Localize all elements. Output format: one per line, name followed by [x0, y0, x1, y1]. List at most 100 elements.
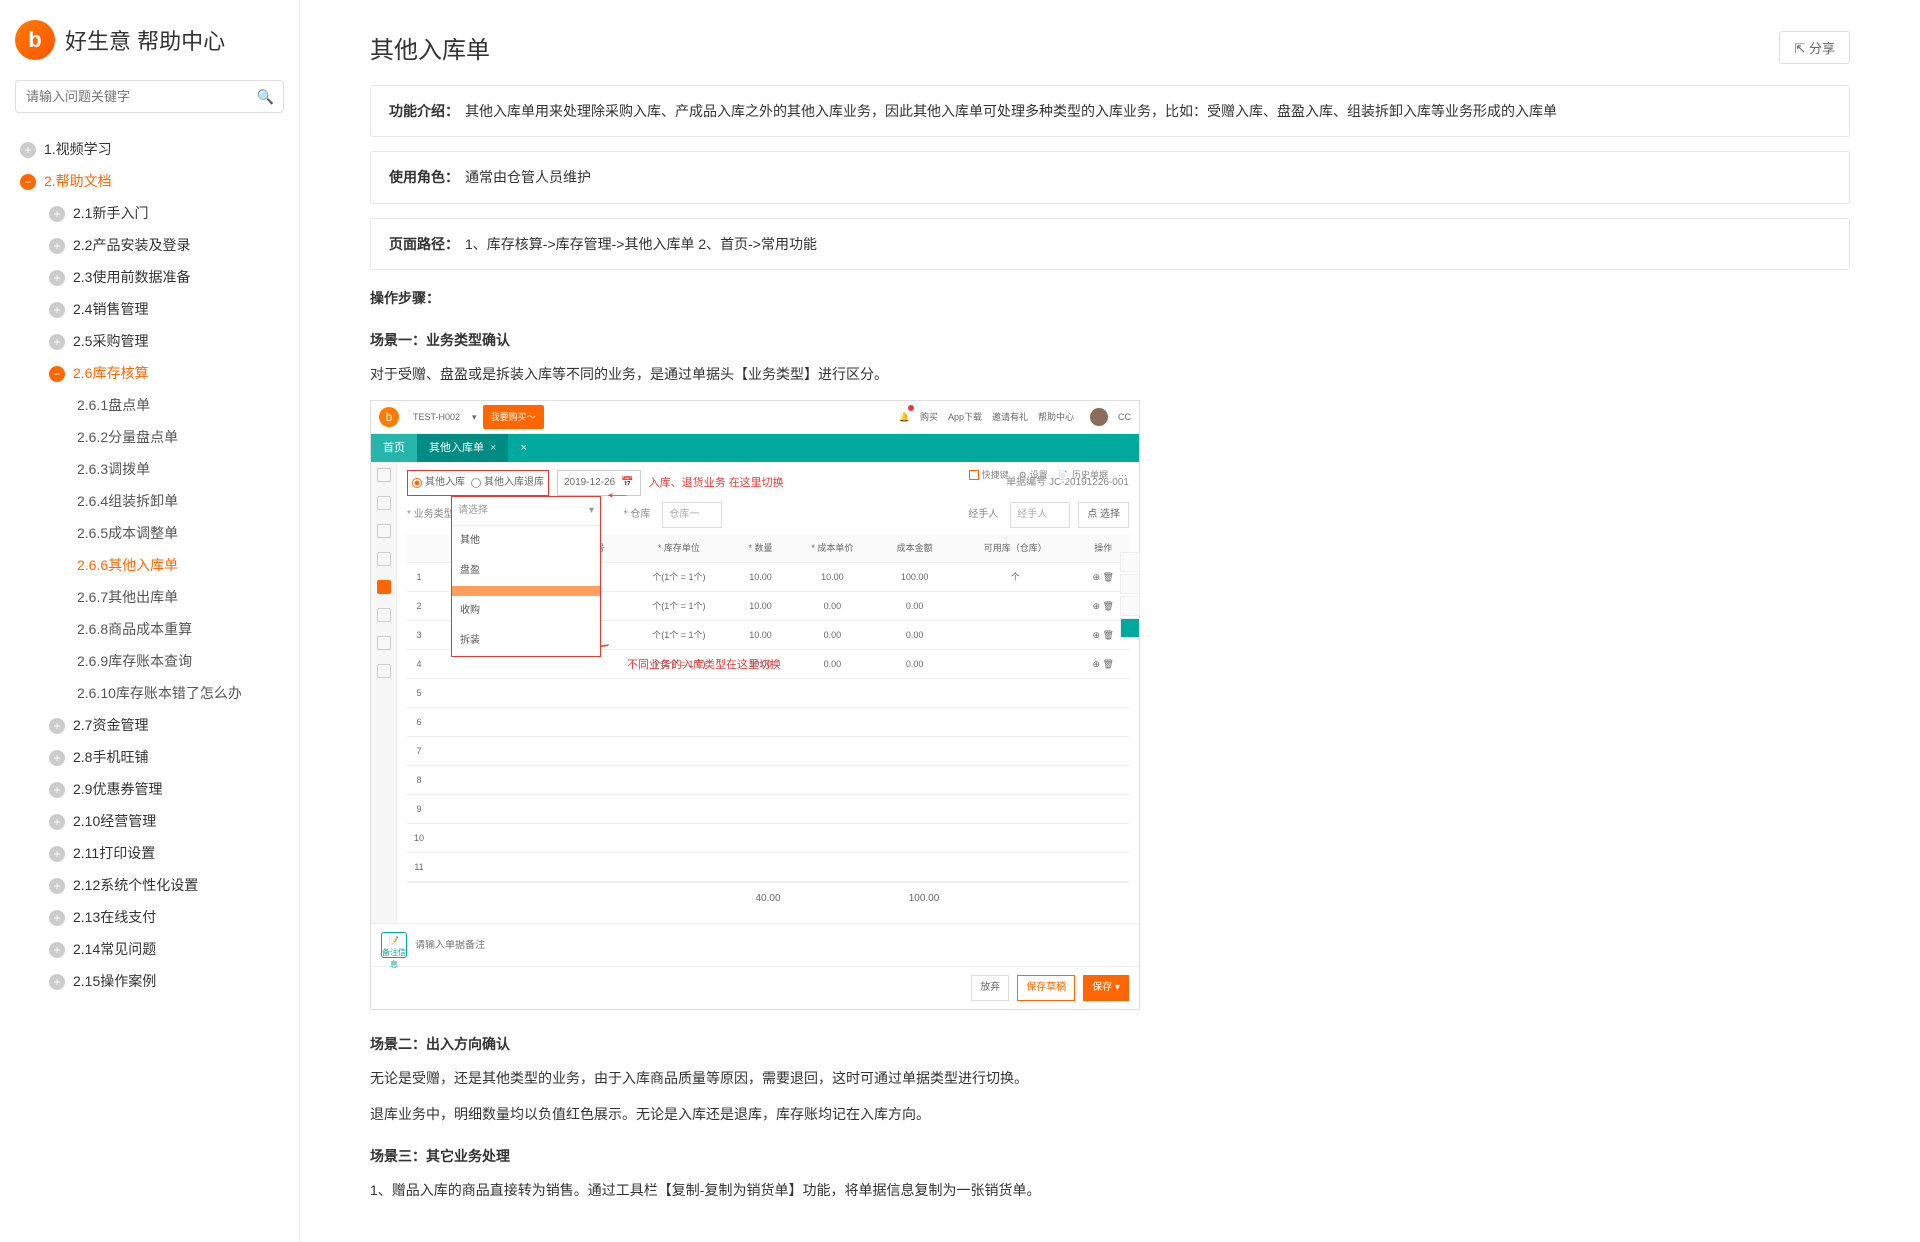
site-title: 好生意 帮助中心 — [65, 24, 225, 56]
chevron-down-icon: ▾ — [472, 408, 477, 426]
nav-2-6-7[interactable]: 2.6.7其他出库单 — [15, 581, 284, 613]
nav-2-6-4[interactable]: 2.6.4组装拆卸单 — [15, 485, 284, 517]
table-row[interactable]: 5 — [407, 679, 1129, 708]
ss-tab-home[interactable]: 首页 — [371, 434, 417, 462]
page-title: 其他入库单 — [370, 30, 490, 65]
dropdown-item[interactable]: 收购 — [452, 596, 600, 626]
toolbar-icon[interactable] — [1120, 596, 1140, 616]
ss-link-help[interactable]: 帮助中心 — [1038, 408, 1074, 426]
remark-input[interactable] — [415, 940, 1129, 951]
nav-2-7[interactable]: +2.7资金管理 — [15, 709, 284, 741]
toolbar-icon-active[interactable] — [1120, 618, 1140, 638]
plus-icon: + — [49, 302, 65, 318]
more-icon[interactable]: ⋯ — [1118, 466, 1127, 484]
ss-side-icon[interactable] — [377, 664, 391, 678]
ss-flag-hist[interactable]: 📄 历史单据 — [1058, 466, 1108, 484]
radio-other-in[interactable]: 其他入库 — [412, 473, 465, 493]
chevron-down-icon: ▾ — [589, 501, 594, 521]
nav-2-1[interactable]: +2.1新手入门 — [15, 197, 284, 229]
nav-2-9[interactable]: +2.9优惠券管理 — [15, 773, 284, 805]
nav-2-6-1[interactable]: 2.6.1盘点单 — [15, 389, 284, 421]
table-row[interactable]: 10 — [407, 824, 1129, 853]
table-row[interactable]: 9 — [407, 795, 1129, 824]
ss-top-links: 🔔 购买 App下载 邀请有礼 帮助中心 CC — [899, 408, 1131, 426]
logo-block: b 好生意 帮助中心 — [15, 20, 284, 60]
save-button[interactable]: 保存 ▾ — [1083, 975, 1129, 1001]
nav-2-13[interactable]: +2.13在线支付 — [15, 901, 284, 933]
search-icon[interactable]: 🔍 — [257, 88, 274, 105]
plus-icon: + — [49, 238, 65, 254]
dropdown-item[interactable]: 拆装 — [452, 626, 600, 656]
toolbar-icon[interactable] — [1120, 574, 1140, 594]
nav-2-8[interactable]: +2.8手机旺铺 — [15, 741, 284, 773]
ss-flag-set[interactable]: ⚙ 设置 — [1019, 466, 1048, 484]
nav-2-3[interactable]: +2.3使用前数据准备 — [15, 261, 284, 293]
ss-side-icon[interactable] — [377, 468, 391, 482]
owner-label: 经手人 — [968, 505, 998, 525]
ss-link-app[interactable]: App下载 — [948, 408, 982, 426]
cancel-button[interactable]: 放弃 — [971, 975, 1009, 1001]
ss-flag-fast[interactable]: 快捷键 — [969, 466, 1009, 484]
nav-2-6-2[interactable]: 2.6.2分量盘点单 — [15, 421, 284, 453]
remark-icon: 📝备注信息 — [381, 932, 407, 958]
nav-2-15[interactable]: +2.15操作案例 — [15, 965, 284, 997]
ss-side-icon[interactable] — [377, 496, 391, 510]
nav-2-11[interactable]: +2.11打印设置 — [15, 837, 284, 869]
nav-video-learning[interactable]: +1.视频学习 — [15, 133, 284, 165]
scene1-text: 对于受赠、盘盈或是拆装入库等不同的业务，是通过单据头【业务类型】进行区分。 — [370, 360, 1850, 388]
nav-2-14[interactable]: +2.14常见问题 — [15, 933, 284, 965]
biz-type-label: * 业务类型 — [407, 505, 454, 525]
plus-icon: + — [49, 846, 65, 862]
ss-side-icon[interactable] — [377, 636, 391, 650]
nav-2-6-9[interactable]: 2.6.9库存账本查询 — [15, 645, 284, 677]
radio-other-in-return[interactable]: 其他入库退库 — [471, 473, 544, 493]
nav-2-4[interactable]: +2.4销售管理 — [15, 293, 284, 325]
nav-2-2[interactable]: +2.2产品安装及登录 — [15, 229, 284, 261]
ss-tab-active[interactable]: 其他入库单× — [417, 434, 508, 462]
bell-icon[interactable]: 🔔 — [899, 408, 910, 426]
ss-side-icon[interactable] — [377, 608, 391, 622]
ss-side-icon[interactable] — [377, 524, 391, 538]
nav-2-10[interactable]: +2.10经营管理 — [15, 805, 284, 837]
nav-2-6[interactable]: −2.6库存核算 — [15, 357, 284, 389]
dropdown-item[interactable]: 盘盈 — [452, 556, 600, 586]
dropdown-selected[interactable]: 请选择▾ — [452, 497, 600, 526]
embedded-screenshot: b TEST-H002 ▾ 我要购买～ 🔔 购买 App下载 邀请有礼 帮助中心… — [370, 400, 1140, 1010]
nav-help-docs[interactable]: −2.帮助文档 — [15, 165, 284, 197]
nav-2-6-10[interactable]: 2.6.10库存账本错了怎么办 — [15, 677, 284, 709]
share-button[interactable]: ⇱ 分享 — [1779, 31, 1850, 64]
share-icon: ⇱ — [1794, 41, 1805, 56]
ss-link-buy[interactable]: 购买 — [920, 408, 938, 426]
avatar-icon[interactable] — [1090, 408, 1108, 426]
table-row[interactable]: 8 — [407, 766, 1129, 795]
ss-side-icon-active[interactable] — [377, 580, 391, 594]
dropdown-item-highlighted[interactable] — [452, 586, 600, 596]
nav-2-6-3[interactable]: 2.6.3调拨单 — [15, 453, 284, 485]
table-row[interactable]: 11 — [407, 853, 1129, 882]
warehouse-input[interactable]: 仓库一 — [662, 502, 722, 528]
nav-2-6-5[interactable]: 2.6.5成本调整单 — [15, 517, 284, 549]
nav-2-6-8[interactable]: 2.6.8商品成本重算 — [15, 613, 284, 645]
nav-2-12[interactable]: +2.12系统个性化设置 — [15, 869, 284, 901]
ss-link-invite[interactable]: 邀请有礼 — [992, 408, 1028, 426]
ss-side-icon[interactable] — [377, 552, 391, 566]
plus-icon: + — [49, 334, 65, 350]
ss-logo-icon: b — [379, 407, 399, 427]
save-draft-button[interactable]: 保存草稿 — [1017, 975, 1075, 1001]
annotation-note1: 入库、退货业务 在这里切换 — [649, 472, 784, 494]
nav-2-6-6[interactable]: 2.6.6其他入库单 — [15, 549, 284, 581]
intro-text: 其他入库单用来处理除采购入库、产成品入库之外的其他入库业务，因此其他入库单可处理… — [465, 103, 1557, 119]
ss-tab-close-all[interactable]: × — [508, 434, 538, 462]
select-button[interactable]: 点 选择 — [1078, 502, 1129, 528]
table-row[interactable]: 7 — [407, 737, 1129, 766]
ss-buy-button[interactable]: 我要购买～ — [483, 405, 544, 429]
article-body: 操作步骤： 场景一：业务类型确认 对于受赠、盘盈或是拆装入库等不同的业务，是通过… — [370, 284, 1850, 1204]
nav-2-5[interactable]: +2.5采购管理 — [15, 325, 284, 357]
close-icon[interactable]: × — [490, 442, 496, 454]
ss-footer: 放弃 保存草稿 保存 ▾ — [371, 966, 1139, 1009]
search-input[interactable] — [15, 80, 284, 113]
dropdown-item[interactable]: 其他 — [452, 526, 600, 556]
table-row[interactable]: 6 — [407, 708, 1129, 737]
toolbar-icon[interactable] — [1120, 552, 1140, 572]
owner-input[interactable]: 经手人 — [1010, 502, 1070, 528]
